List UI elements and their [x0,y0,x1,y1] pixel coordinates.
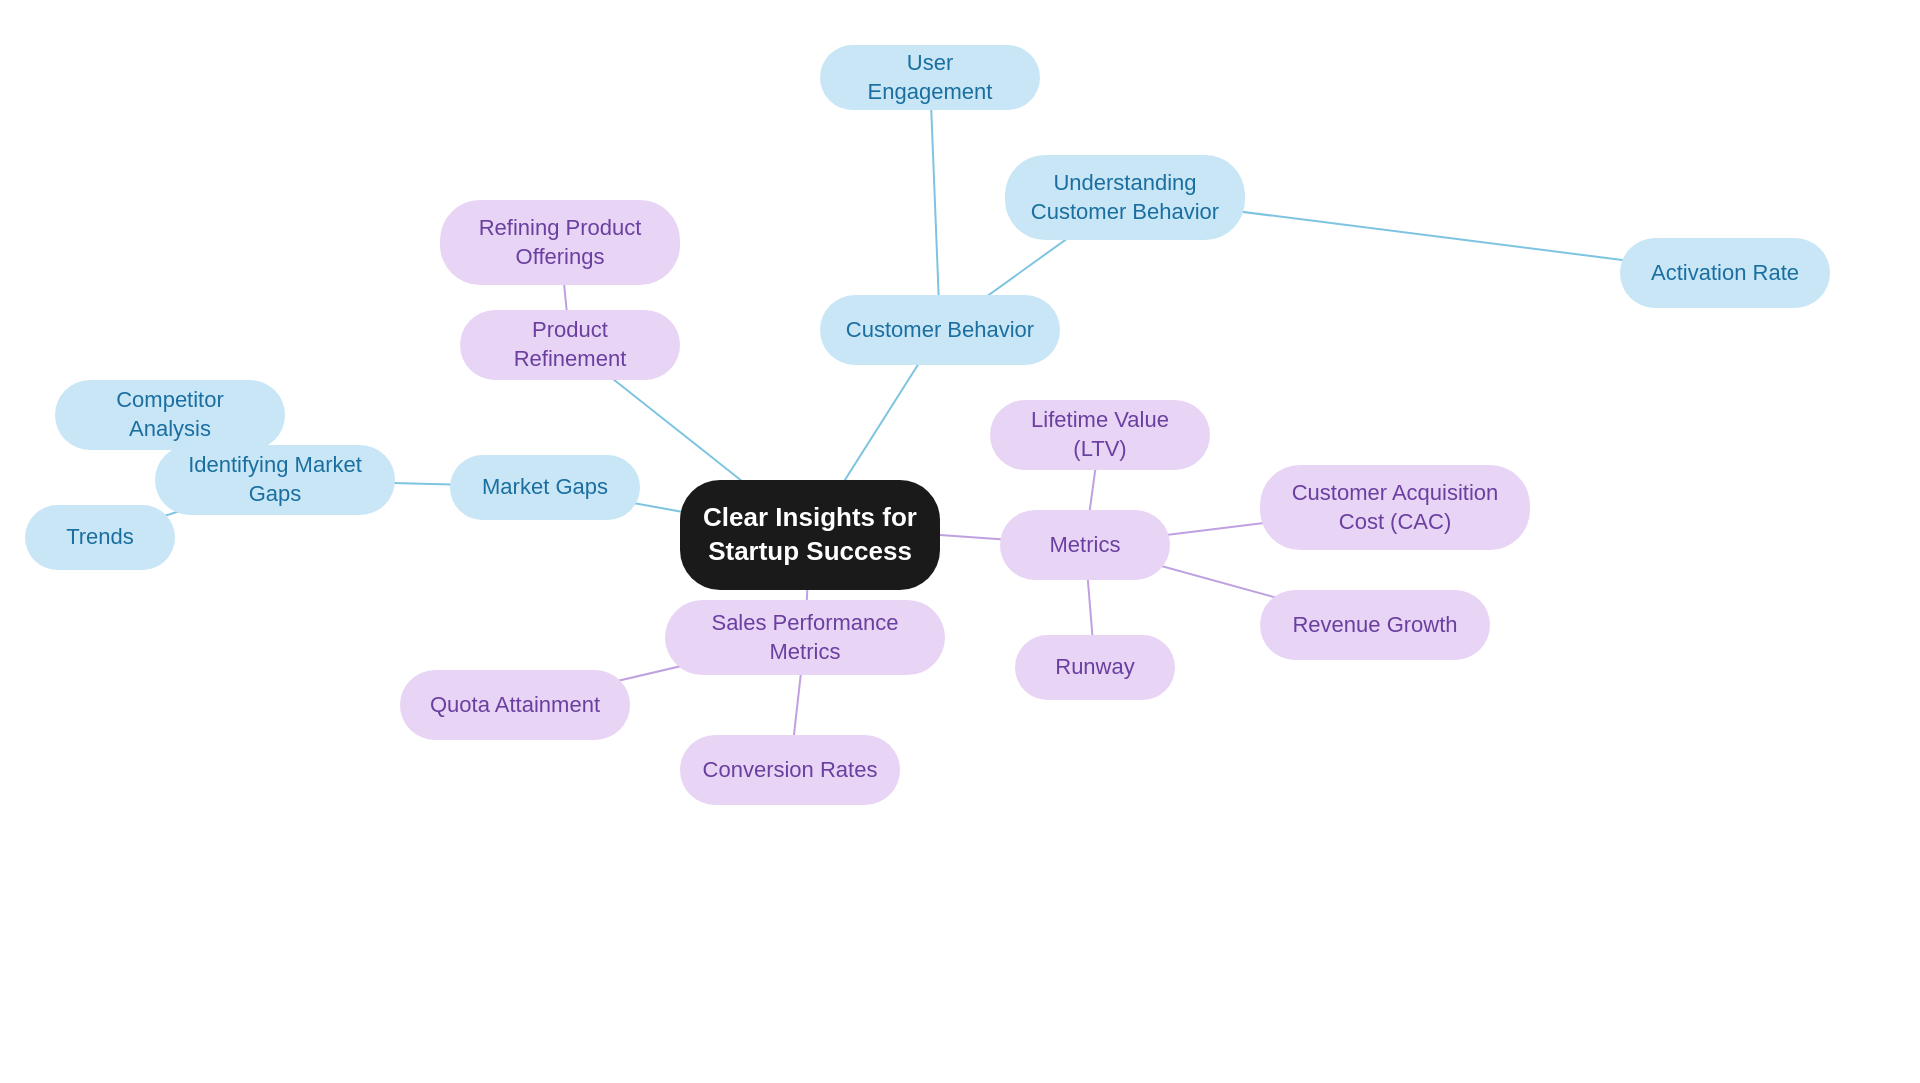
node-competitor-analysis: Competitor Analysis [55,380,285,450]
node-user-engagement: User Engagement [820,45,1040,110]
node-market-gaps: Market Gaps [450,455,640,520]
node-quota-attainment: Quota Attainment [400,670,630,740]
node-metrics: Metrics [1000,510,1170,580]
node-revenue-growth: Revenue Growth [1260,590,1490,660]
node-refining-product: Refining Product Offerings [440,200,680,285]
node-sales-performance: Sales Performance Metrics [665,600,945,675]
node-identifying-market-gaps: Identifying Market Gaps [155,445,395,515]
node-trends: Trends [25,505,175,570]
node-cac: Customer Acquisition Cost (CAC) [1260,465,1530,550]
node-product-refinement: Product Refinement [460,310,680,380]
node-center: Clear Insights for Startup Success [680,480,940,590]
node-runway: Runway [1015,635,1175,700]
node-customer-behavior: Customer Behavior [820,295,1060,365]
node-activation-rate: Activation Rate [1620,238,1830,308]
node-conversion-rates: Conversion Rates [680,735,900,805]
node-understanding-customer: Understanding Customer Behavior [1005,155,1245,240]
svg-line-4 [930,78,940,330]
node-lifetime-value: Lifetime Value (LTV) [990,400,1210,470]
